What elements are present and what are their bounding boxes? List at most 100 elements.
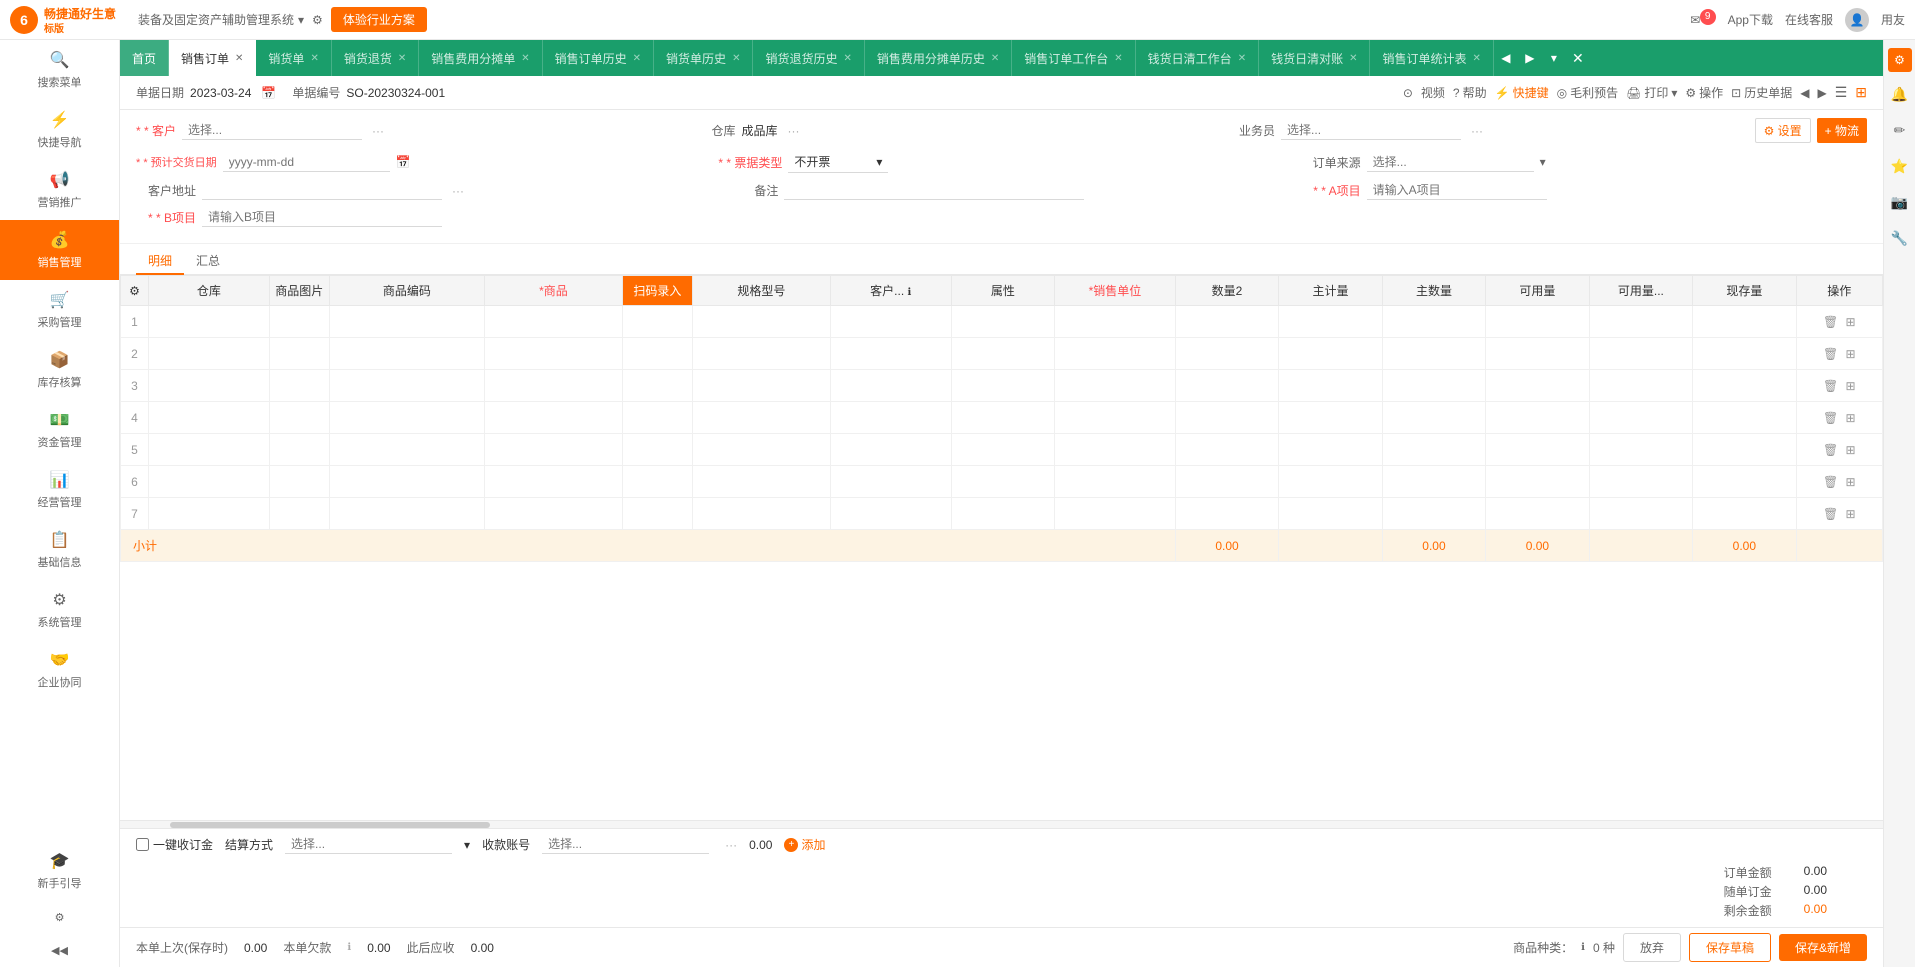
row-5-customer[interactable] (830, 434, 951, 466)
row-2-unit[interactable] (1055, 338, 1176, 370)
sidebar-item-inventory[interactable]: 📦 库存核算 (0, 340, 119, 400)
row-7-img[interactable] (269, 498, 329, 530)
row-4-avail[interactable] (1486, 402, 1589, 434)
sidebar-collapse-btn[interactable]: ◀◀ (0, 934, 119, 967)
customer-more-btn[interactable]: ··· (372, 124, 384, 138)
table-scrollbar[interactable] (120, 820, 1883, 828)
right-icon-3[interactable]: ✏ (1886, 116, 1914, 144)
tab-close-11[interactable]: ✕ (1349, 53, 1357, 64)
tab-fee-history[interactable]: 销售费用分摊单历史 ✕ (865, 40, 1012, 76)
tab-invoice-history[interactable]: 销货单历史 ✕ (654, 40, 753, 76)
row-3-delete-icon[interactable]: 🗑 (1823, 379, 1838, 393)
online-service-link[interactable]: 在线客服 (1785, 11, 1833, 28)
tab-close-3[interactable]: ✕ (398, 53, 406, 64)
row-1-ops[interactable]: 🗑 ⊞ (1796, 306, 1882, 338)
solution-button[interactable]: 体验行业方案 (331, 7, 427, 32)
row-5-attr[interactable] (951, 434, 1054, 466)
row-7-main-unit[interactable] (1279, 498, 1382, 530)
row-7-warehouse[interactable] (149, 498, 270, 530)
row-3-spec[interactable] (692, 370, 830, 402)
row-1-stock[interactable] (1693, 306, 1796, 338)
row-4-main-qty[interactable] (1382, 402, 1485, 434)
row-2-main-qty[interactable] (1382, 338, 1485, 370)
row-1-avail[interactable] (1486, 306, 1589, 338)
payment-method-input[interactable] (285, 835, 452, 854)
row-3-qty2[interactable] (1175, 370, 1278, 402)
row-6-img[interactable] (269, 466, 329, 498)
row-3-warehouse[interactable] (149, 370, 270, 402)
add-payment-btn[interactable]: + 添加 (784, 836, 825, 853)
discard-button[interactable]: 放弃 (1623, 933, 1681, 962)
row-5-delete-icon[interactable]: 🗑 (1823, 443, 1838, 457)
sidebar-item-operations[interactable]: 📊 经营管理 (0, 460, 119, 520)
dropdown-icon[interactable]: ▾ (298, 13, 304, 27)
right-icon-5[interactable]: 📷 (1886, 188, 1914, 216)
tab-next-btn[interactable]: ▶ (1518, 40, 1542, 76)
tab-sales-invoice[interactable]: 销货单 ✕ (256, 40, 331, 76)
row-6-customer[interactable] (830, 466, 951, 498)
row-6-main-qty[interactable] (1382, 466, 1485, 498)
row-6-warehouse[interactable] (149, 466, 270, 498)
row-2-code[interactable] (329, 338, 484, 370)
tab-order-history[interactable]: 销售订单历史 ✕ (543, 40, 654, 76)
sidebar-item-search[interactable]: 🔍 搜索菜单 (0, 40, 119, 100)
tab-close-sales-order[interactable]: ✕ (235, 53, 243, 64)
row-1-main-qty[interactable] (1382, 306, 1485, 338)
row-6-scan[interactable] (622, 466, 692, 498)
row-2-qty2[interactable] (1175, 338, 1278, 370)
sidebar-item-purchase[interactable]: 🛒 采购管理 (0, 280, 119, 340)
nav-prev-btn[interactable]: ◀ (1800, 86, 1809, 100)
row-7-product[interactable] (484, 498, 622, 530)
row-3-stock[interactable] (1693, 370, 1796, 402)
tab-close-9[interactable]: ✕ (1114, 53, 1122, 64)
tab-sales-order[interactable]: 销售订单 ✕ (169, 40, 256, 76)
invoice-select[interactable]: 不开票 ▾ (788, 151, 888, 173)
row-2-avail[interactable] (1486, 338, 1589, 370)
nav-next-btn[interactable]: ▶ (1817, 86, 1826, 100)
row-4-unit[interactable] (1055, 402, 1176, 434)
row-6-attr[interactable] (951, 466, 1054, 498)
sidebar-item-marketing[interactable]: 📢 营销推广 (0, 160, 119, 220)
row-6-copy-icon[interactable]: ⊞ (1846, 475, 1856, 489)
col-scan[interactable]: 扫码录入 (622, 276, 692, 306)
row-5-product[interactable] (484, 434, 622, 466)
row-5-avail[interactable] (1486, 434, 1589, 466)
row-7-ops[interactable]: 🗑 ⊞ (1796, 498, 1882, 530)
tab-home[interactable]: 首页 (120, 40, 169, 76)
row-3-avail2[interactable] (1589, 370, 1692, 402)
tab-close-12[interactable]: ✕ (1473, 53, 1481, 64)
history-btn[interactable]: ⊡ 历史单据 (1731, 84, 1792, 101)
row-5-main-unit[interactable] (1279, 434, 1382, 466)
row-3-product[interactable] (484, 370, 622, 402)
shortcut-btn[interactable]: ⚡ 快捷键 (1495, 84, 1549, 101)
row-5-code[interactable] (329, 434, 484, 466)
row-5-stock[interactable] (1693, 434, 1796, 466)
row-1-img[interactable] (269, 306, 329, 338)
row-3-unit[interactable] (1055, 370, 1176, 402)
row-3-img[interactable] (269, 370, 329, 402)
row-1-main-unit[interactable] (1279, 306, 1382, 338)
row-3-ops[interactable]: 🗑 ⊞ (1796, 370, 1882, 402)
row-5-img[interactable] (269, 434, 329, 466)
row-5-qty2[interactable] (1175, 434, 1278, 466)
right-icon-4[interactable]: ⭐ (1886, 152, 1914, 180)
row-6-unit[interactable] (1055, 466, 1176, 498)
tab-detail[interactable]: 明细 (136, 248, 184, 275)
row-6-code[interactable] (329, 466, 484, 498)
row-7-main-qty[interactable] (1382, 498, 1485, 530)
row-2-copy-icon[interactable]: ⊞ (1846, 347, 1856, 361)
row-1-delete-icon[interactable]: 🗑 (1823, 315, 1838, 329)
row-3-customer[interactable] (830, 370, 951, 402)
row-7-unit[interactable] (1055, 498, 1176, 530)
sidebar-item-guide[interactable]: 🎓 新手引导 (0, 841, 119, 901)
row-7-attr[interactable] (951, 498, 1054, 530)
row-1-attr[interactable] (951, 306, 1054, 338)
row-7-customer[interactable] (830, 498, 951, 530)
profit-btn[interactable]: ◎ 毛利预告 (1557, 84, 1619, 101)
settings-right-btn[interactable]: ⚙ 设置 (1755, 118, 1811, 143)
delivery-calendar-icon[interactable]: 📅 (396, 155, 411, 169)
row-1-qty2[interactable] (1175, 306, 1278, 338)
row-7-code[interactable] (329, 498, 484, 530)
row-1-customer[interactable] (830, 306, 951, 338)
a-project-input[interactable] (1367, 181, 1547, 200)
